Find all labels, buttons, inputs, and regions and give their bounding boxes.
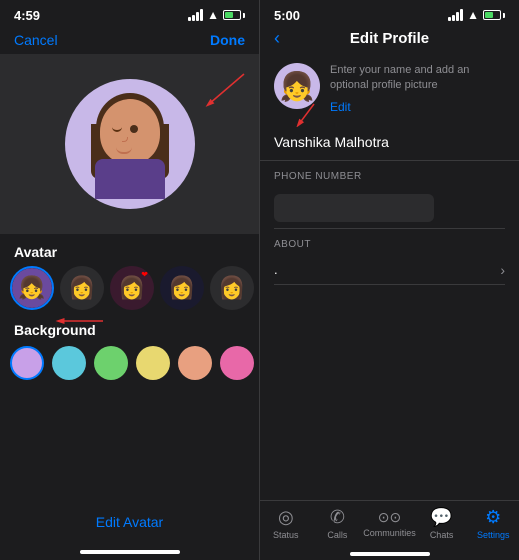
status-bar-left: 4:59 ▲ bbox=[0, 0, 259, 28]
done-button[interactable]: Done bbox=[210, 32, 245, 48]
cancel-button[interactable]: Cancel bbox=[14, 32, 58, 48]
settings-tab-label: Settings bbox=[477, 530, 510, 540]
status-tab-icon: ◎ bbox=[278, 507, 294, 528]
signal-icon bbox=[188, 9, 203, 21]
calls-tab-label: Calls bbox=[327, 530, 347, 540]
profile-avatar-icon: 👧 bbox=[280, 70, 315, 103]
phone-number-box bbox=[274, 194, 434, 222]
chevron-right-icon: › bbox=[500, 262, 505, 278]
tab-bar: ◎ Status ✆ Calls ⊙⊙ Communities 💬 Chats … bbox=[260, 500, 519, 550]
avatar-option-2[interactable]: 👩 bbox=[60, 266, 104, 310]
color-swatch-green[interactable] bbox=[94, 346, 128, 380]
avatar-body bbox=[85, 89, 175, 199]
arrow-indicator bbox=[194, 69, 249, 114]
phone-number-section: PHONE NUMBER bbox=[260, 161, 519, 229]
avatar-option-3[interactable]: 👩 ❤ ❤ bbox=[110, 266, 154, 310]
back-button[interactable]: ‹ bbox=[274, 28, 280, 49]
edit-arrow bbox=[294, 102, 334, 127]
chats-tab-icon: 💬 bbox=[430, 507, 452, 528]
avatar-left-eye bbox=[112, 127, 122, 132]
color-swatch-purple[interactable] bbox=[10, 346, 44, 380]
status-bar-right: 5:00 ▲ bbox=[260, 0, 519, 28]
signal-icon-right bbox=[448, 9, 463, 21]
color-swatch-yellow[interactable] bbox=[136, 346, 170, 380]
tab-settings[interactable]: ⚙ Settings bbox=[467, 507, 519, 540]
tab-calls[interactable]: ✆ Calls bbox=[312, 507, 364, 540]
battery-icon-right bbox=[483, 10, 505, 20]
color-options bbox=[0, 346, 259, 388]
avatar-preview-area bbox=[0, 54, 259, 234]
about-row[interactable]: . › bbox=[274, 256, 505, 285]
avatar-option-4[interactable]: 👩 bbox=[160, 266, 204, 310]
top-bar-left: Cancel Done bbox=[0, 28, 259, 54]
background-section-label: Background bbox=[0, 318, 259, 346]
wifi-icon: ▲ bbox=[207, 8, 219, 22]
home-indicator-right bbox=[350, 552, 430, 556]
avatar-option-1[interactable]: 👧 bbox=[10, 266, 54, 310]
avatar-torso bbox=[95, 159, 165, 199]
status-tab-label: Status bbox=[273, 530, 299, 540]
color-swatch-pink[interactable] bbox=[220, 346, 254, 380]
calls-tab-icon: ✆ bbox=[330, 507, 345, 528]
wifi-icon-right: ▲ bbox=[467, 8, 479, 22]
profile-right-info: Enter your name and add an optional prof… bbox=[330, 63, 505, 116]
settings-tab-icon: ⚙ bbox=[485, 507, 501, 528]
battery-icon bbox=[223, 10, 245, 20]
about-section: ABOUT . › bbox=[260, 229, 519, 285]
communities-tab-label: Communities bbox=[363, 528, 416, 538]
background-arrow bbox=[55, 310, 105, 332]
color-swatch-salmon[interactable] bbox=[178, 346, 212, 380]
chats-tab-label: Chats bbox=[430, 530, 454, 540]
spacer bbox=[260, 285, 519, 500]
status-time-right: 5:00 bbox=[274, 8, 300, 23]
communities-tab-icon: ⊙⊙ bbox=[378, 509, 401, 526]
avatar-head bbox=[100, 99, 160, 164]
phone-number-row bbox=[274, 188, 505, 229]
status-icons-right: ▲ bbox=[448, 8, 505, 22]
top-bar-right: ‹ Edit Profile bbox=[260, 28, 519, 55]
profile-hint: Enter your name and add an optional prof… bbox=[330, 63, 505, 94]
about-value: . bbox=[274, 262, 278, 277]
edit-avatar-button[interactable]: Edit Avatar bbox=[96, 514, 163, 530]
bottom-left: Edit Avatar bbox=[0, 388, 259, 550]
left-panel: 4:59 ▲ Cancel Done bbox=[0, 0, 259, 560]
status-time-left: 4:59 bbox=[14, 8, 40, 23]
name-field-container bbox=[260, 128, 519, 161]
avatar-mouth bbox=[116, 147, 132, 154]
tab-status[interactable]: ◎ Status bbox=[260, 507, 312, 540]
name-input[interactable] bbox=[274, 128, 505, 156]
phone-number-label: PHONE NUMBER bbox=[274, 171, 505, 182]
avatar-nose bbox=[122, 137, 128, 142]
home-indicator-left bbox=[80, 550, 180, 554]
right-panel: 5:00 ▲ ‹ Edit Profile 👧 bbox=[259, 0, 519, 560]
page-title: Edit Profile bbox=[350, 30, 429, 47]
tab-chats[interactable]: 💬 Chats bbox=[416, 507, 468, 540]
about-label: ABOUT bbox=[274, 239, 505, 250]
avatar-right-eye bbox=[130, 125, 138, 133]
tab-communities[interactable]: ⊙⊙ Communities bbox=[363, 509, 416, 538]
color-swatch-cyan[interactable] bbox=[52, 346, 86, 380]
avatar-option-5[interactable]: 👩 bbox=[210, 266, 254, 310]
avatar-options: 👧 👩 👩 ❤ ❤ 👩 👩 bbox=[0, 266, 259, 318]
status-icons-left: ▲ bbox=[188, 8, 245, 22]
avatar-section-label: Avatar bbox=[0, 234, 259, 266]
avatar-circle bbox=[65, 79, 195, 209]
profile-header: 👧 Enter your name and add an optional pr… bbox=[260, 55, 519, 128]
profile-avatar-container: 👧 bbox=[274, 63, 320, 109]
